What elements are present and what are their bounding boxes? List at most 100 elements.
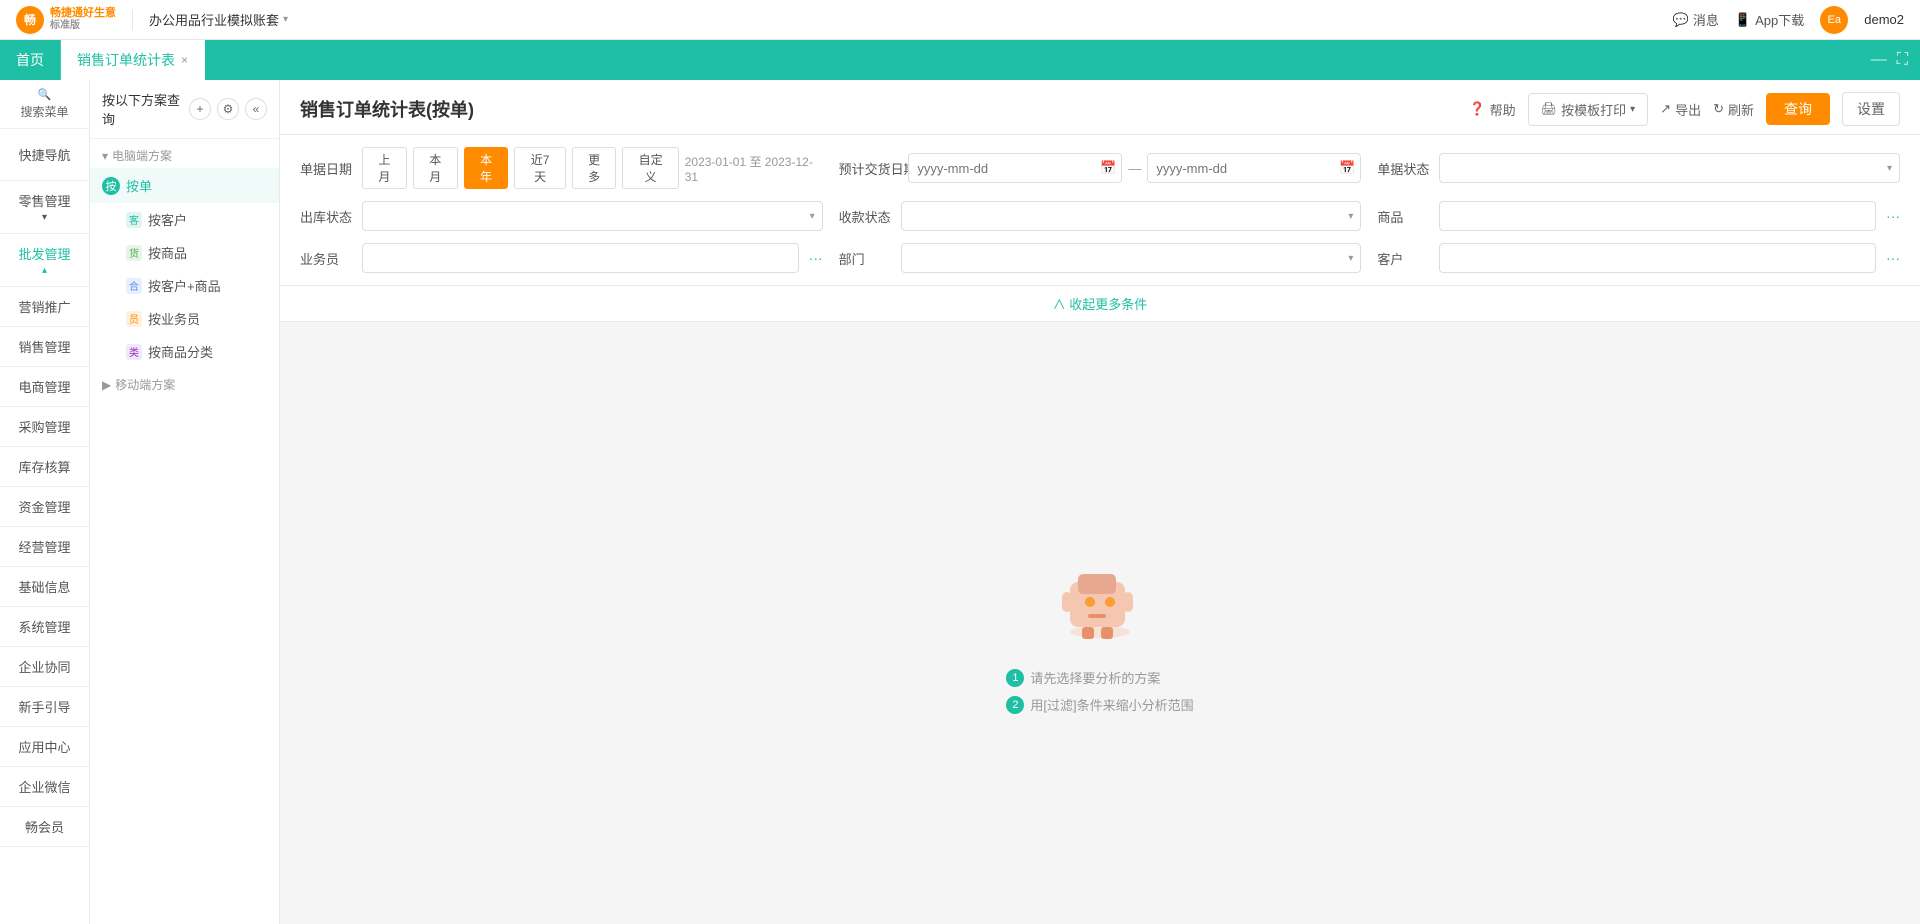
empty-text: 1 请先选择要分析的方案 2 用[过滤]条件来缩小分析范围 bbox=[1006, 668, 1193, 714]
empty-svg bbox=[1040, 532, 1160, 652]
salesperson-ellipsis-button[interactable]: ··· bbox=[809, 250, 823, 266]
logo-char: 畅 bbox=[24, 11, 36, 28]
tree-item-by-customer[interactable]: 客 按客户 bbox=[90, 203, 279, 236]
date-btn-thisyear[interactable]: 本年 bbox=[464, 147, 509, 189]
date-btn-7days[interactable]: 近7天 bbox=[514, 147, 565, 189]
salesperson-input[interactable] bbox=[362, 243, 799, 273]
tree-item-by-order[interactable]: 按 按单 bbox=[90, 168, 279, 203]
sidebar-item-ecommerce[interactable]: 电商管理 bbox=[0, 367, 89, 407]
empty-state: 1 请先选择要分析的方案 2 用[过滤]条件来缩小分析范围 bbox=[280, 322, 1920, 924]
date-btn-more[interactable]: 更多 bbox=[572, 147, 617, 189]
tab-home[interactable]: 首页 bbox=[0, 40, 61, 80]
sidebar-item-inventory[interactable]: 库存核算 bbox=[0, 447, 89, 487]
date-label: 单据日期 bbox=[300, 159, 356, 178]
filter-dept: 部门 ▾ bbox=[839, 243, 1362, 273]
date-btn-custom[interactable]: 自定义 bbox=[622, 147, 678, 189]
sidebar-item-wholesale[interactable]: 批发管理 ▴ bbox=[0, 234, 89, 287]
status-select[interactable] bbox=[1439, 153, 1900, 183]
top-bar: 畅 畅捷通好生意 标准版 办公用品行业模拟账套 ▾ 💬 消息 📱 App下载 E… bbox=[0, 0, 1920, 40]
sidebar-item-operation[interactable]: 经营管理 bbox=[0, 527, 89, 567]
template-print-button[interactable]: 🖨 按模板打印 ▾ bbox=[1528, 93, 1649, 126]
username: demo2 bbox=[1864, 12, 1904, 27]
tree-group-mobile[interactable]: ▶ 移动端方案 bbox=[90, 368, 279, 397]
sidebar-item-sales[interactable]: 销售管理 bbox=[0, 327, 89, 367]
filter-row-2: 出库状态 ▾ 收款状态 ▾ bbox=[300, 201, 1900, 231]
sidebar-item-retail[interactable]: 零售管理 ▾ bbox=[0, 181, 89, 234]
maximize-icon[interactable]: ⛶ bbox=[1897, 51, 1908, 69]
refresh-button[interactable]: ↻ 刷新 bbox=[1713, 100, 1754, 119]
export-icon: ↗ bbox=[1660, 101, 1671, 117]
sidebar-item-quick-nav[interactable]: 快捷导航 bbox=[0, 135, 89, 174]
sidebar-item-guide[interactable]: 新手引导 bbox=[0, 687, 89, 727]
sidebar-item-purchase[interactable]: 采购管理 bbox=[0, 407, 89, 447]
message-icon: 💬 bbox=[1673, 12, 1689, 28]
left-panel-header: 按以下方案查询 + ⚙ « bbox=[90, 80, 279, 139]
pay-status-select[interactable] bbox=[901, 201, 1362, 231]
date-btn-thismonth[interactable]: 本月 bbox=[413, 147, 458, 189]
tree-group-desktop[interactable]: ▾ 电脑端方案 bbox=[90, 139, 279, 168]
tree-item-by-salesperson[interactable]: 员 按业务员 bbox=[90, 302, 279, 335]
dept-select[interactable] bbox=[901, 243, 1362, 273]
by-salesperson-icon: 员 bbox=[126, 311, 142, 327]
expected-date-to-input[interactable] bbox=[1147, 153, 1361, 183]
dept-select-wrapper: ▾ bbox=[901, 243, 1362, 273]
hint-num-1: 1 bbox=[1006, 669, 1024, 687]
sidebar-item-finance[interactable]: 资金管理 bbox=[0, 487, 89, 527]
sidebar-item-wechat[interactable]: 企业微信 bbox=[0, 767, 89, 807]
sidebar-item-member[interactable]: 畅会员 bbox=[0, 807, 89, 847]
settings-scheme-button[interactable]: ⚙ bbox=[217, 98, 239, 120]
help-button[interactable]: ❓ 帮助 bbox=[1469, 100, 1515, 119]
sidebar-item-basic[interactable]: 基础信息 bbox=[0, 567, 89, 607]
filter-pay-status: 收款状态 ▾ bbox=[839, 201, 1362, 231]
filter-area: 单据日期 上月 本月 本年 近7天 更多 自定义 2023-01-01 至 20… bbox=[280, 135, 1920, 286]
status-select-wrapper: ▾ bbox=[1439, 153, 1900, 183]
expected-date-label: 预计交货日期 bbox=[839, 159, 903, 178]
app-download-action[interactable]: 📱 App下载 bbox=[1735, 10, 1804, 29]
search-button[interactable]: 查询 bbox=[1766, 93, 1830, 125]
sidebar-item-apps[interactable]: 应用中心 bbox=[0, 727, 89, 767]
tree-item-by-category[interactable]: 类 按商品分类 bbox=[90, 335, 279, 368]
delivery-status-select[interactable] bbox=[362, 201, 823, 231]
by-order-icon: 按 bbox=[102, 177, 120, 195]
dept-label: 部门 bbox=[839, 249, 895, 268]
by-customer-goods-icon: 合 bbox=[126, 278, 142, 294]
divider bbox=[132, 10, 133, 30]
sidebar-search[interactable]: 🔍 搜索菜单 bbox=[0, 80, 89, 129]
add-scheme-button[interactable]: + bbox=[189, 98, 211, 120]
page-header: 销售订单统计表(按单) ❓ 帮助 🖨 按模板打印 ▾ ↗ 导出 ↻ 刷新 bbox=[280, 80, 1920, 135]
customer-ellipsis-button[interactable]: ··· bbox=[1886, 250, 1900, 266]
sidebar: 🔍 搜索菜单 快捷导航 零售管理 ▾ 批发管理 ▴ 营销推广 销售管理 电商管理… bbox=[0, 80, 90, 924]
company-select[interactable]: 办公用品行业模拟账套 ▾ bbox=[149, 10, 288, 29]
tree-item-by-customer-goods[interactable]: 合 按客户+商品 bbox=[90, 269, 279, 302]
avatar: Ea bbox=[1820, 6, 1848, 34]
sidebar-item-marketing[interactable]: 营销推广 bbox=[0, 287, 89, 327]
tab-sales-order-stats[interactable]: 销售订单统计表 × bbox=[61, 40, 205, 80]
export-button[interactable]: ↗ 导出 bbox=[1660, 100, 1701, 119]
collapse-panel-button[interactable]: « bbox=[245, 98, 267, 120]
customer-input[interactable] bbox=[1439, 243, 1876, 273]
close-tab-icon[interactable]: × bbox=[181, 53, 188, 67]
minimize-icon[interactable]: — bbox=[1871, 51, 1887, 69]
tree-item-by-goods[interactable]: 货 按商品 bbox=[90, 236, 279, 269]
filter-row-1: 单据日期 上月 本月 本年 近7天 更多 自定义 2023-01-01 至 20… bbox=[300, 147, 1900, 189]
goods-ellipsis-button[interactable]: ··· bbox=[1886, 208, 1900, 224]
page-actions: ❓ 帮助 🖨 按模板打印 ▾ ↗ 导出 ↻ 刷新 查询 设置 bbox=[1469, 92, 1900, 126]
collapse-more-conditions-button[interactable]: ∧ 收起更多条件 bbox=[1053, 294, 1148, 313]
filter-row-3: 业务员 ··· 部门 ▾ 客户 ··· bbox=[300, 243, 1900, 273]
customer-label: 客户 bbox=[1377, 249, 1433, 268]
settings-button[interactable]: 设置 bbox=[1842, 92, 1900, 126]
sidebar-item-system[interactable]: 系统管理 bbox=[0, 607, 89, 647]
chevron-down-icon: ▾ bbox=[1630, 104, 1635, 115]
by-goods-icon: 货 bbox=[126, 245, 142, 261]
by-customer-icon: 客 bbox=[126, 212, 142, 228]
status-label: 单据状态 bbox=[1377, 159, 1433, 178]
logo-icon: 畅 bbox=[16, 6, 44, 34]
expected-date-from-input[interactable] bbox=[908, 153, 1122, 183]
message-action[interactable]: 💬 消息 bbox=[1673, 10, 1719, 29]
empty-illustration bbox=[1040, 532, 1160, 652]
date-btn-lastmonth[interactable]: 上月 bbox=[362, 147, 407, 189]
sidebar-quick-nav: 快捷导航 bbox=[0, 129, 89, 181]
goods-input[interactable] bbox=[1439, 201, 1876, 231]
sidebar-item-collab[interactable]: 企业协同 bbox=[0, 647, 89, 687]
question-icon: ❓ bbox=[1469, 101, 1485, 117]
